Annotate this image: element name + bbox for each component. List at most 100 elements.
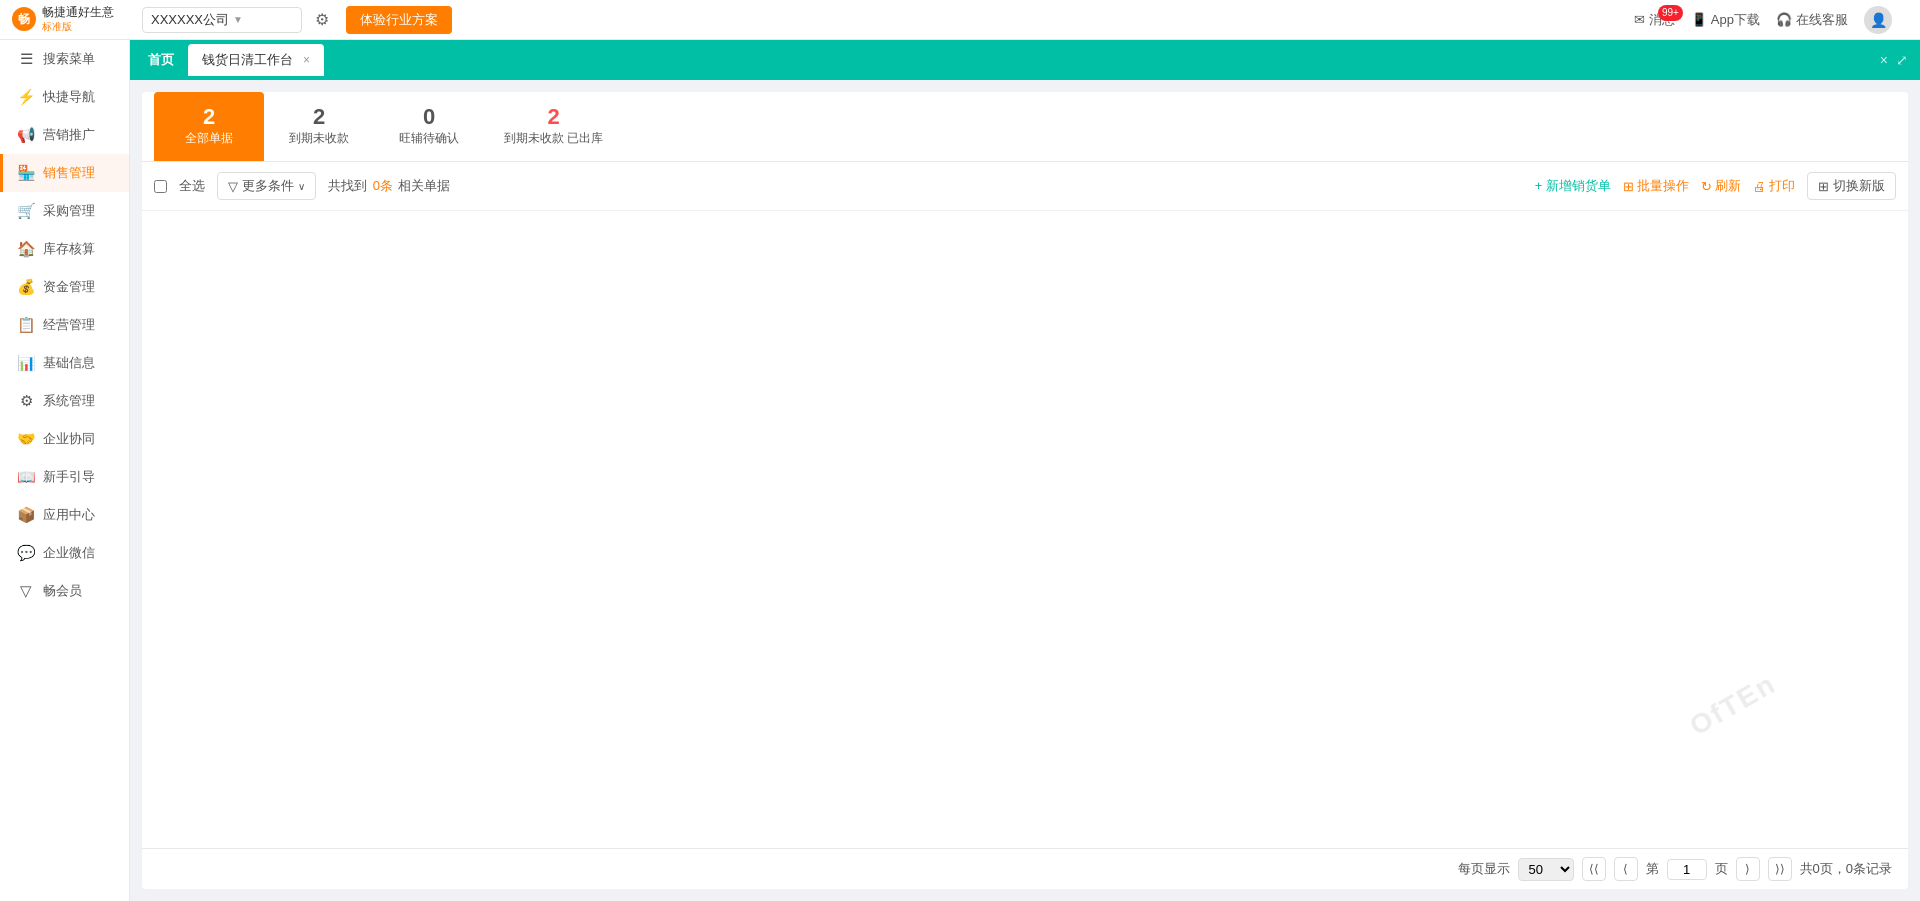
batch-operation-button[interactable]: ⊞ 批量操作 (1623, 177, 1689, 195)
per-page-select[interactable]: 10 20 50 100 (1518, 858, 1574, 881)
sidebar-item-app-center[interactable]: 📦 应用中心 (0, 496, 129, 534)
switch-label: 切换新版 (1833, 177, 1885, 195)
page-label: 第 (1646, 860, 1659, 878)
add-sales-order-button[interactable]: + 新增销货单 (1535, 177, 1611, 195)
sidebar-item-sales[interactable]: 🏪 销售管理 (0, 154, 129, 192)
stat-tab-overdue-unpaid[interactable]: 2 到期未收款 (264, 92, 374, 161)
sidebar-item-operations[interactable]: 📋 经营管理 (0, 306, 129, 344)
phone-icon: 📱 (1691, 12, 1707, 27)
select-all-checkbox[interactable] (154, 180, 167, 193)
stat-tab-pending-confirm[interactable]: 0 旺辅待确认 (374, 92, 484, 161)
sidebar-item-finance[interactable]: 💰 资金管理 (0, 268, 129, 306)
member-icon: ▽ (17, 582, 35, 600)
tab-close-button[interactable]: × (1880, 52, 1888, 68)
page-suffix: 页 (1715, 860, 1728, 878)
switch-version-button[interactable]: ⊞ 切换新版 (1807, 172, 1896, 200)
enterprise-icon: 🤝 (17, 430, 35, 448)
tab-home[interactable]: 首页 (134, 44, 188, 76)
print-button[interactable]: 🖨 打印 (1753, 177, 1795, 195)
select-all-label: 全选 (179, 177, 205, 195)
sales-icon: 🏪 (17, 164, 35, 182)
per-page-label: 每页显示 (1458, 860, 1510, 878)
sidebar-item-enterprise[interactable]: 🤝 企业协同 (0, 420, 129, 458)
stat-count-overdue-unshipped: 2 (504, 104, 603, 130)
online-service-button[interactable]: 🎧 在线客服 (1776, 11, 1848, 29)
company-selector[interactable]: XXXXXX公司 ▼ (142, 7, 302, 33)
app-download-button[interactable]: 📱 App下载 (1691, 11, 1760, 29)
settings-button[interactable]: ⚙ (308, 6, 336, 34)
guide-icon: 📖 (17, 468, 35, 486)
logo-area: 畅 畅捷通好生意 标准版 (12, 5, 142, 33)
tab-home-label: 首页 (148, 51, 174, 69)
sidebar-label-basic-info: 基础信息 (43, 354, 95, 372)
app-download-label: App下载 (1711, 11, 1760, 29)
inventory-icon: 🏠 (17, 240, 35, 258)
pagination: 每页显示 10 20 50 100 ⟨⟨ ⟨ 第 页 ⟩ ⟩⟩ 共0页，0条记录 (142, 848, 1908, 889)
trial-button[interactable]: 体验行业方案 (346, 6, 452, 34)
print-label: 打印 (1769, 177, 1795, 195)
sidebar-label-marketing: 营销推广 (43, 126, 95, 144)
refresh-icon: ↻ (1701, 179, 1712, 194)
marketing-icon: 📢 (17, 126, 35, 144)
refresh-button[interactable]: ↻ 刷新 (1701, 177, 1741, 195)
prev-page-button[interactable]: ⟨ (1614, 857, 1638, 881)
online-service-label: 在线客服 (1796, 11, 1848, 29)
found-prefix: 共找到 (328, 178, 367, 193)
operations-icon: 📋 (17, 316, 35, 334)
top-right-area: ✉ 消息 99+ 📱 App下载 🎧 在线客服 👤 (1634, 6, 1908, 34)
company-name: XXXXXX公司 (151, 11, 229, 29)
sidebar: ☰ 搜索菜单 ⚡ 快捷导航 📢 营销推广 🏪 销售管理 🛒 采购管理 🏠 库存核… (0, 40, 130, 901)
main-content: 2 全部单据 2 到期未收款 0 旺辅待确认 2 到期未收款 已出库 全选 ▽ … (130, 80, 1920, 901)
last-page-button[interactable]: ⟩⟩ (1768, 857, 1792, 881)
stat-tab-overdue-unshipped[interactable]: 2 到期未收款 已出库 (484, 92, 623, 161)
found-text: 共找到 0条 相关单据 (328, 177, 450, 195)
sidebar-item-quick-nav[interactable]: ⚡ 快捷导航 (0, 78, 129, 116)
stat-label-pending-confirm: 旺辅待确认 (394, 130, 464, 147)
sidebar-item-guide[interactable]: 📖 新手引导 (0, 458, 129, 496)
sidebar-label-enterprise: 企业协同 (43, 430, 95, 448)
filter-button[interactable]: ▽ 更多条件 ∨ (217, 172, 316, 200)
wechat-icon: 💬 (17, 544, 35, 562)
sidebar-item-system[interactable]: ⚙ 系统管理 (0, 382, 129, 420)
sidebar-label-quick-nav: 快捷导航 (43, 88, 95, 106)
app-name: 畅捷通好生意 (42, 5, 114, 19)
nav-tab-controls: × ⤢ (1880, 52, 1916, 68)
sidebar-label-operations: 经营管理 (43, 316, 95, 334)
filter-arrow-icon: ∨ (298, 181, 305, 192)
stat-count-all: 2 (174, 104, 244, 130)
filter-label: 更多条件 (242, 177, 294, 195)
page-input[interactable] (1667, 859, 1707, 880)
tab-close-icon[interactable]: × (303, 53, 310, 67)
print-icon: 🖨 (1753, 179, 1766, 194)
sidebar-item-member[interactable]: ▽ 畅会员 (0, 572, 129, 610)
first-page-button[interactable]: ⟨⟨ (1582, 857, 1606, 881)
sidebar-item-basic-info[interactable]: 📊 基础信息 (0, 344, 129, 382)
quick-nav-icon: ⚡ (17, 88, 35, 106)
batch-icon: ⊞ (1623, 179, 1634, 194)
filter-icon: ▽ (228, 179, 238, 194)
basic-info-icon: 📊 (17, 354, 35, 372)
refresh-label: 刷新 (1715, 177, 1741, 195)
sidebar-label-guide: 新手引导 (43, 468, 95, 486)
sidebar-label-inventory: 库存核算 (43, 240, 95, 258)
sidebar-item-inventory[interactable]: 🏠 库存核算 (0, 230, 129, 268)
message-button[interactable]: ✉ 消息 99+ (1634, 11, 1675, 29)
finance-icon: 💰 (17, 278, 35, 296)
tab-daily-work-label: 钱货日清工作台 (202, 51, 293, 69)
stat-tab-all[interactable]: 2 全部单据 (154, 92, 264, 161)
sidebar-item-wechat[interactable]: 💬 企业微信 (0, 534, 129, 572)
stat-label-overdue-unpaid: 到期未收款 (284, 130, 354, 147)
stat-label-overdue-unshipped: 到期未收款 已出库 (504, 130, 603, 147)
tab-expand-button[interactable]: ⤢ (1896, 52, 1908, 68)
stat-count-overdue-unpaid: 2 (284, 104, 354, 130)
avatar[interactable]: 👤 (1864, 6, 1892, 34)
sidebar-item-marketing[interactable]: 📢 营销推广 (0, 116, 129, 154)
sidebar-item-purchase[interactable]: 🛒 采购管理 (0, 192, 129, 230)
logo-icon: 畅 (12, 7, 36, 31)
sidebar-item-search-menu[interactable]: ☰ 搜索菜单 (0, 40, 129, 78)
next-page-button[interactable]: ⟩ (1736, 857, 1760, 881)
sidebar-label-wechat: 企业微信 (43, 544, 95, 562)
nav-tabs: 首页 钱货日清工作台 × × ⤢ (130, 40, 1920, 80)
tab-daily-work[interactable]: 钱货日清工作台 × (188, 44, 324, 76)
batch-label: 批量操作 (1637, 177, 1689, 195)
